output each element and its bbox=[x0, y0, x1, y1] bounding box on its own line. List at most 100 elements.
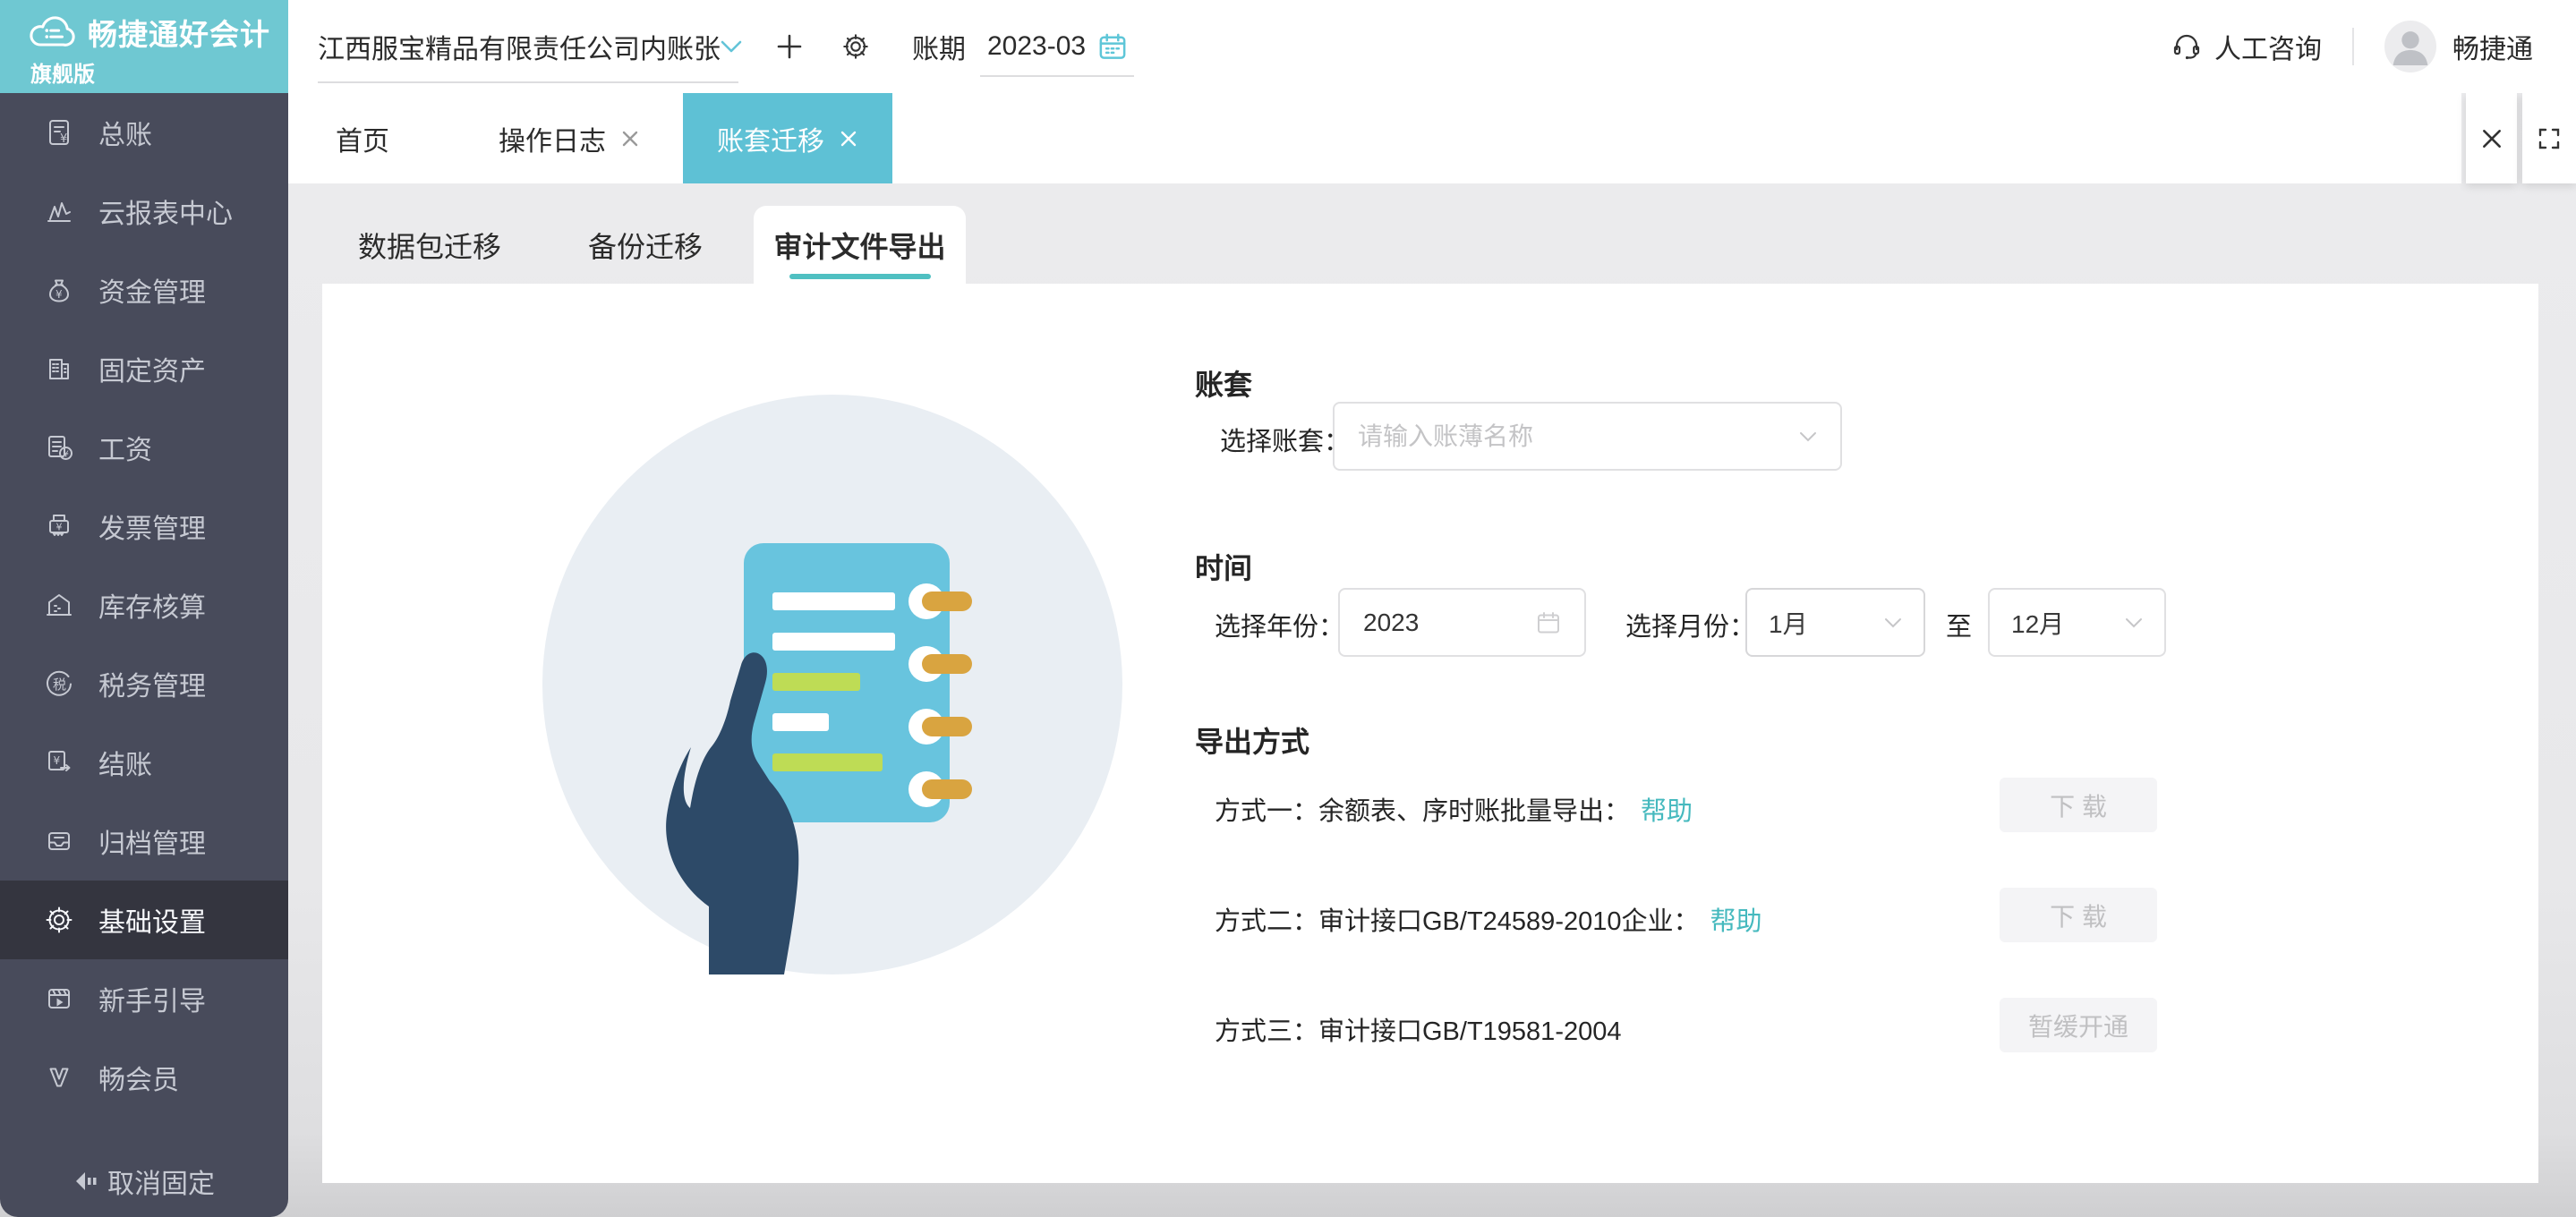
sidebar-nav: ¥ 总账 云报表中心 ¥ 资金管理 固定资产 ¥ 工资 ¥ 发票管理 库存核算 … bbox=[0, 93, 288, 1117]
tab-home[interactable]: 首页 bbox=[316, 93, 409, 183]
app-edition: 旗舰版 bbox=[30, 63, 95, 87]
sidebar-item-general-ledger[interactable]: ¥ 总账 bbox=[0, 93, 288, 172]
close-all-tabs-button[interactable] bbox=[2466, 93, 2517, 183]
sidebar-item-payroll[interactable]: ¥ 工资 bbox=[0, 408, 288, 487]
tabbar: 首页 操作日志 账套迁移 bbox=[288, 93, 2461, 183]
svg-text:税: 税 bbox=[53, 677, 66, 693]
sidebar-item-archive[interactable]: 归档管理 bbox=[0, 802, 288, 881]
closing-icon: ¥ bbox=[48, 751, 71, 771]
topbar-right: 人工咨询 畅捷通 bbox=[2171, 21, 2533, 72]
svg-text:¥: ¥ bbox=[55, 288, 63, 301]
chevron-down-icon bbox=[1884, 617, 1902, 628]
sidebar-item-membership[interactable]: 畅会员 bbox=[0, 1038, 288, 1117]
sidebar-item-beginner-guide[interactable]: 新手引导 bbox=[0, 959, 288, 1038]
invoice-icon: ¥ bbox=[49, 515, 69, 536]
to-label: 至 bbox=[1946, 613, 1973, 642]
sidebar-item-funds[interactable]: ¥ 资金管理 bbox=[0, 251, 288, 329]
tax-icon: 税 bbox=[47, 670, 72, 696]
coming-soon-button-method-3[interactable]: 暂缓开通 bbox=[2000, 998, 2157, 1052]
export-method-1: 方式一：余额表、序时账批量导出： 帮助 bbox=[1215, 790, 1693, 828]
sidebar: 畅捷通好会计 旗舰版 ¥ 总账 云报表中心 ¥ 资金管理 固定资产 ¥ 工资 ¥… bbox=[0, 0, 288, 1217]
notebook-hand-illustration bbox=[542, 395, 1122, 974]
section-title-account: 账套 bbox=[1195, 369, 1253, 401]
collapse-left-icon bbox=[76, 1172, 97, 1190]
topbar-divider bbox=[2352, 28, 2354, 65]
calendar-icon bbox=[1536, 610, 1561, 635]
svg-text:¥: ¥ bbox=[60, 132, 67, 146]
help-link[interactable]: 帮助 bbox=[1641, 790, 1693, 828]
archive-icon bbox=[48, 832, 70, 850]
export-method-3: 方式三：审计接口GB/T19581-2004 bbox=[1215, 1017, 1622, 1046]
close-icon bbox=[2482, 129, 2501, 148]
period-picker[interactable]: 2023-03 bbox=[979, 31, 1135, 77]
tab-operation-log[interactable]: 操作日志 bbox=[477, 93, 661, 183]
tab-account-migration[interactable]: 账套迁移 bbox=[683, 93, 892, 183]
month-from-value: 1月 bbox=[1769, 609, 1808, 638]
username: 畅捷通 bbox=[2452, 35, 2533, 64]
section-title-export: 导出方式 bbox=[1195, 726, 1310, 758]
vip-v-icon bbox=[49, 1068, 69, 1087]
fullscreen-button[interactable] bbox=[2522, 93, 2576, 183]
sidebar-item-tax[interactable]: 税 税务管理 bbox=[0, 644, 288, 723]
app-logo[interactable]: 畅捷通好会计 旗舰版 bbox=[0, 0, 288, 93]
headset-icon bbox=[2171, 31, 2202, 62]
subtab-audit-file-export[interactable]: 审计文件导出 bbox=[754, 206, 966, 284]
account-select-label: 选择账套： bbox=[1220, 428, 1351, 456]
download-button-method-2[interactable]: 下 载 bbox=[2000, 888, 2157, 942]
year-select-label: 选择年份： bbox=[1215, 613, 1345, 642]
download-button-method-1[interactable]: 下 载 bbox=[2000, 778, 2157, 832]
help-link[interactable]: 帮助 bbox=[1710, 900, 1762, 938]
migration-subtabs: 数据包迁移 备份迁移 审计文件导出 bbox=[322, 206, 966, 284]
year-input[interactable] bbox=[1338, 588, 1586, 657]
settings-gear-icon[interactable] bbox=[840, 31, 871, 62]
export-method-2: 方式二：审计接口GB/T24589-2010企业： 帮助 bbox=[1215, 900, 1762, 938]
svg-text:¥: ¥ bbox=[64, 450, 69, 460]
svg-text:¥: ¥ bbox=[56, 522, 63, 533]
add-account-button[interactable] bbox=[776, 33, 803, 60]
payroll-sheet-icon: ¥ bbox=[48, 436, 73, 460]
month-to-value: 12月 bbox=[2011, 609, 2065, 638]
section-title-time: 时间 bbox=[1195, 552, 1253, 584]
money-bag-icon: ¥ bbox=[49, 279, 69, 302]
fullscreen-icon bbox=[2538, 128, 2560, 149]
company-name: 江西服宝精品有限责任公司内账张 bbox=[318, 35, 721, 64]
support-label: 人工咨询 bbox=[2214, 35, 2322, 64]
company-selector[interactable]: 江西服宝精品有限责任公司内账张 bbox=[318, 27, 742, 83]
cloud-logo-icon bbox=[27, 13, 77, 52]
year-input-field[interactable] bbox=[1363, 608, 1525, 637]
close-tab-icon[interactable] bbox=[620, 129, 640, 149]
buildings-icon bbox=[49, 359, 69, 379]
guide-video-icon bbox=[48, 989, 70, 1008]
account-select[interactable] bbox=[1333, 402, 1842, 471]
chevron-down-icon bbox=[1799, 431, 1817, 442]
period-value: 2023-03 bbox=[987, 31, 1087, 61]
sidebar-item-fixed-assets[interactable]: 固定资产 bbox=[0, 329, 288, 408]
unpin-sidebar-button[interactable]: 取消固定 bbox=[0, 1153, 288, 1210]
sidebar-item-basic-settings[interactable]: 基础设置 bbox=[0, 881, 288, 959]
warehouse-icon bbox=[47, 594, 72, 616]
month-from-select[interactable]: 1月 bbox=[1745, 588, 1925, 657]
svg-text:¥: ¥ bbox=[54, 754, 61, 767]
avatar[interactable] bbox=[2384, 21, 2436, 72]
audit-export-panel: 账套 选择账套： 时间 选择年份： 选择月份： 1月 至 12月 导出方式 方式… bbox=[322, 284, 2538, 1183]
sidebar-item-closing[interactable]: ¥ 结账 bbox=[0, 723, 288, 802]
period-label: 账期 bbox=[912, 35, 966, 64]
close-tab-icon[interactable] bbox=[839, 129, 858, 149]
subtab-data-package-migration[interactable]: 数据包迁移 bbox=[322, 206, 537, 284]
sidebar-item-invoices[interactable]: ¥ 发票管理 bbox=[0, 487, 288, 566]
support-button[interactable]: 人工咨询 bbox=[2171, 27, 2322, 66]
sidebar-item-inventory[interactable]: 库存核算 bbox=[0, 566, 288, 644]
gear-icon bbox=[46, 906, 73, 933]
line-chart-icon bbox=[47, 202, 71, 222]
app-title: 畅捷通好会计 bbox=[88, 18, 270, 51]
month-to-select[interactable]: 12月 bbox=[1988, 588, 2166, 657]
calendar-icon bbox=[1098, 32, 1127, 61]
ledger-icon: ¥ bbox=[49, 120, 69, 146]
subtab-backup-migration[interactable]: 备份迁移 bbox=[537, 206, 754, 284]
month-select-label: 选择月份： bbox=[1625, 613, 1756, 642]
chevron-down-icon bbox=[721, 40, 742, 54]
chevron-down-icon bbox=[2125, 617, 2143, 628]
account-select-input[interactable] bbox=[1358, 421, 1788, 451]
topbar: 江西服宝精品有限责任公司内账张 账期 2023-03 人工咨询 畅捷通 bbox=[288, 0, 2576, 93]
sidebar-item-cloud-reports[interactable]: 云报表中心 bbox=[0, 172, 288, 251]
